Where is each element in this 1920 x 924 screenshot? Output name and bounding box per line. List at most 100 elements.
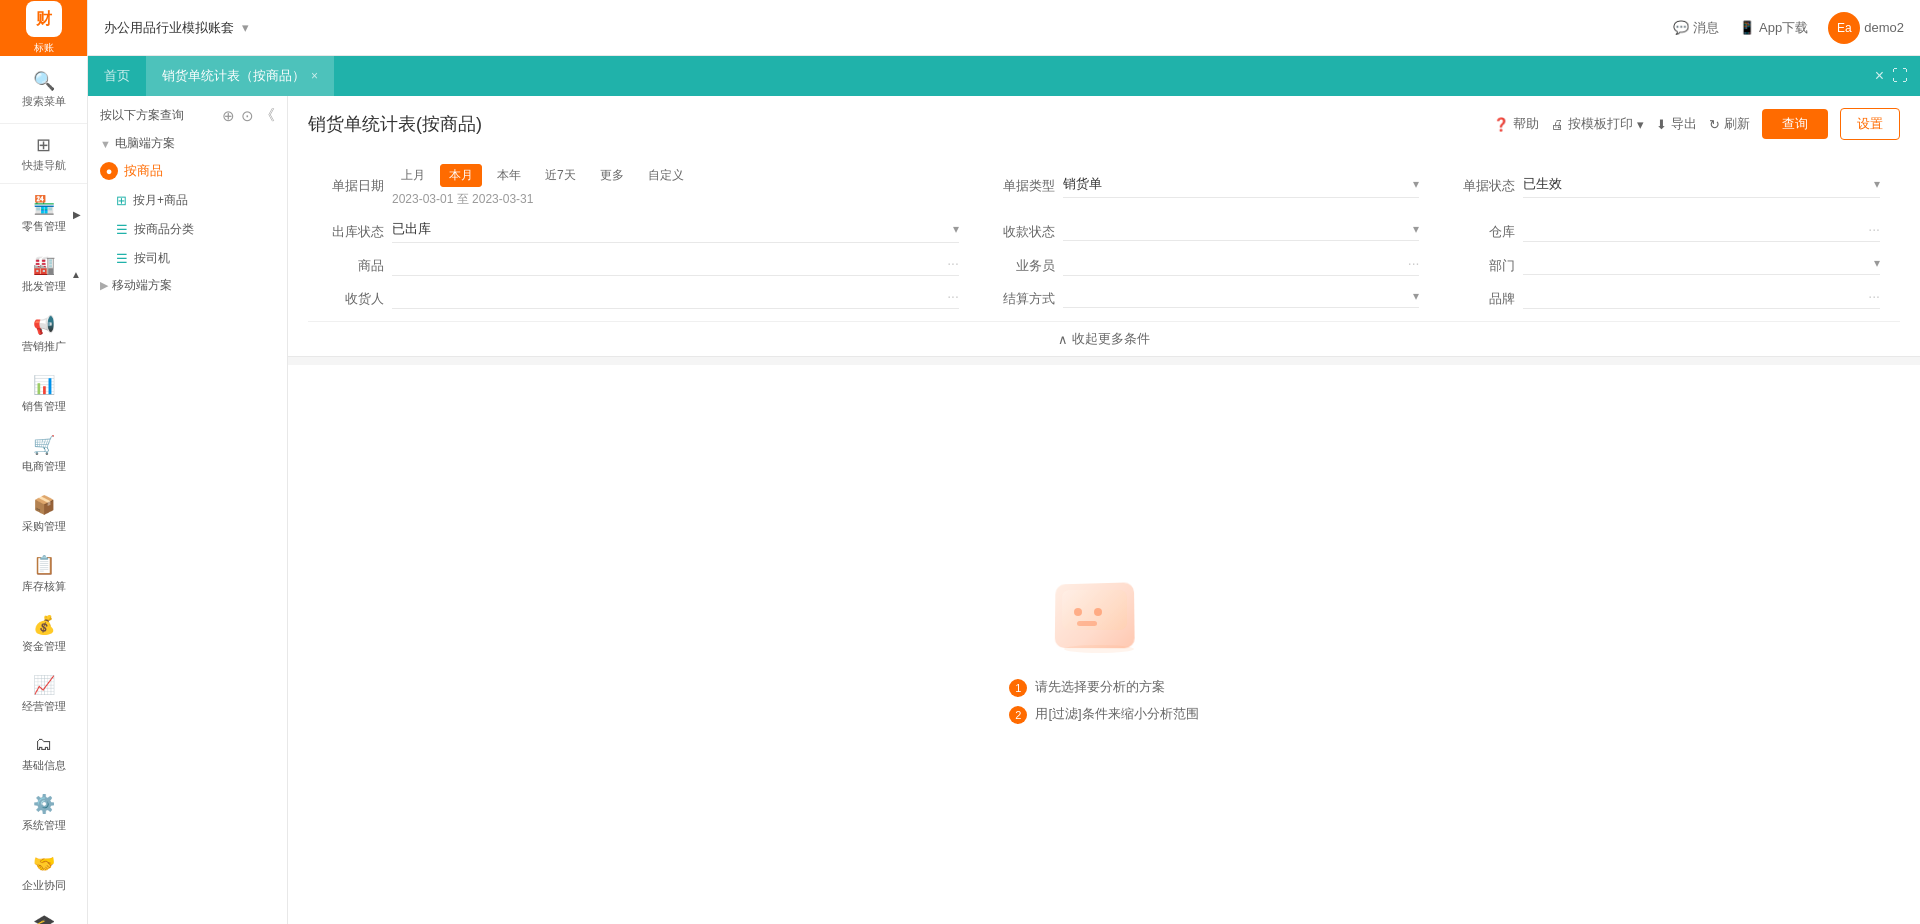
filter-row-3: 商品 ··· 业务员 ··· (328, 255, 1880, 276)
sidebar-item-inventory[interactable]: 📋 库存核算 (0, 544, 87, 604)
tree-mobile-label: 移动端方案 (112, 277, 172, 294)
quick-nav-button[interactable]: ⊞ 快捷导航 (22, 128, 66, 179)
message-icon: 💬 (1673, 20, 1689, 35)
doc-type-dropdown[interactable]: 销货单 ▾ (1063, 175, 1420, 198)
warehouse-status-dropdown[interactable]: 已出库 ▾ (392, 220, 959, 243)
brand-input[interactable] (1523, 289, 1864, 304)
warehouse-input[interactable] (1523, 222, 1864, 237)
goods-label: 商品 (328, 257, 384, 275)
finance-label: 资金管理 (22, 639, 66, 654)
receiver-label: 收货人 (328, 290, 384, 308)
mobile-icon: 📱 (1739, 20, 1755, 35)
message-button[interactable]: 💬 消息 (1673, 19, 1719, 37)
warehouse-more-icon[interactable]: ··· (1868, 221, 1880, 237)
print-button[interactable]: 🖨 按模板打印 ▾ (1551, 115, 1644, 133)
date-last-month[interactable]: 上月 (392, 164, 434, 187)
enterprise-label: 企业协同 (22, 878, 66, 893)
salesperson-input-wrap: ··· (1063, 255, 1420, 276)
refresh-button[interactable]: ↻ 刷新 (1709, 115, 1750, 133)
warehouse-input-wrap: ··· (1523, 221, 1880, 242)
tip-1-num: 1 (1009, 679, 1027, 697)
sidebar-item-tutorial[interactable]: 🎓 新手引导 (0, 903, 87, 924)
date-this-year[interactable]: 本年 (488, 164, 530, 187)
query-button[interactable]: 查询 (1762, 109, 1828, 139)
help-label: 帮助 (1513, 115, 1539, 133)
receiver-input[interactable] (392, 289, 943, 304)
search-icon: 🔍 (33, 70, 55, 92)
sidebar-item-ecommerce[interactable]: 🛒 电商管理 (0, 424, 87, 484)
retail-arrow-icon: ▶ (73, 209, 81, 220)
goods-category-icon: ☰ (116, 222, 128, 237)
goods-input[interactable] (392, 256, 943, 271)
tab-home[interactable]: 首页 (88, 56, 146, 96)
doc-status-label: 单据状态 (1459, 177, 1515, 195)
tab-fullscreen-icon[interactable]: ⛶ (1892, 67, 1908, 85)
tab-close-all-icon[interactable]: × (1875, 67, 1884, 85)
tree-item-goods-category[interactable]: ☰ 按商品分类 (88, 215, 287, 244)
doc-type-label: 单据类型 (999, 177, 1055, 195)
department-dropdown[interactable]: ▾ (1523, 256, 1880, 275)
export-icon: ⬇ (1656, 117, 1667, 132)
sidebar-item-wholesale[interactable]: 🏭 批发管理 ▲ (0, 244, 87, 304)
add-scheme-button[interactable]: ⊕ (222, 107, 235, 125)
date-7days[interactable]: 近7天 (536, 164, 585, 187)
operations-icon: 📈 (33, 674, 55, 696)
tree-section-label: 电脑端方案 (115, 135, 175, 152)
sidebar-item-operations[interactable]: 📈 经营管理 (0, 664, 87, 724)
basics-label: 基础信息 (22, 758, 66, 773)
app-download-button[interactable]: 📱 App下载 (1739, 19, 1808, 37)
tree-section-mobile[interactable]: ▶ 移动端方案 (88, 273, 287, 298)
content-area: 按以下方案查询 ⊕ ⊙ 《 ▼ 电脑端方案 ● 按商品 ⊞ 按月+商品 (88, 96, 1920, 924)
purchase-label: 采购管理 (22, 519, 66, 534)
tree-item-by-goods[interactable]: ● 按商品 (88, 156, 287, 186)
goods-input-wrap: ··· (392, 255, 959, 276)
date-custom[interactable]: 自定义 (639, 164, 693, 187)
date-more[interactable]: 更多 (591, 164, 633, 187)
help-button[interactable]: ❓ 帮助 (1493, 115, 1539, 133)
collapse-button[interactable]: ∧ 收起更多条件 (1058, 330, 1150, 348)
goods-more-icon[interactable]: ··· (947, 255, 959, 271)
app-download-label: App下载 (1759, 19, 1808, 37)
tab-close-icon[interactable]: × (311, 69, 318, 83)
tree-section-desktop[interactable]: ▼ 电脑端方案 (88, 131, 287, 156)
sidebar-item-basics[interactable]: 🗂 基础信息 (0, 724, 87, 783)
sidebar-item-marketing[interactable]: 📢 营销推广 (0, 304, 87, 364)
top-header: 办公用品行业模拟账套 ▾ 💬 消息 📱 App下载 Ea demo2 (88, 0, 1920, 56)
payment-status-dropdown[interactable]: ▾ (1063, 222, 1420, 241)
settings-button[interactable]: 设置 (1840, 108, 1900, 140)
by-goods-label: 按商品 (124, 162, 163, 180)
tab-bar-actions: × ⛶ (1875, 67, 1920, 85)
settlement-dropdown[interactable]: ▾ (1063, 289, 1420, 308)
user-menu[interactable]: Ea demo2 (1828, 12, 1904, 44)
filter-goods: 商品 ··· (328, 255, 959, 276)
collapse-row: ∧ 收起更多条件 (308, 321, 1900, 356)
doc-status-dropdown[interactable]: 已生效 ▾ (1523, 175, 1880, 198)
search-menu-button[interactable]: 🔍 帮助 搜索菜单 (22, 64, 66, 115)
sidebar-item-enterprise[interactable]: 🤝 企业协同 (0, 843, 87, 903)
date-this-month[interactable]: 本月 (440, 164, 482, 187)
print-icon: 🖨 (1551, 117, 1564, 132)
collapse-panel-button[interactable]: 《 (260, 106, 275, 125)
sidebar-item-purchase[interactable]: 📦 采购管理 (0, 484, 87, 544)
print-arrow-icon: ▾ (1637, 117, 1644, 132)
driver-icon: ☰ (116, 251, 128, 266)
tab-sales-stats[interactable]: 销货单统计表（按商品） × (146, 56, 334, 96)
refresh-icon: ↻ (1709, 117, 1720, 132)
tree-item-driver[interactable]: ☰ 按司机 (88, 244, 287, 273)
receiver-more-icon[interactable]: ··· (947, 288, 959, 304)
industry-dropdown-icon[interactable]: ▾ (242, 20, 249, 35)
edit-scheme-button[interactable]: ⊙ (241, 107, 254, 125)
sidebar-item-system[interactable]: ⚙️ 系统管理 (0, 783, 87, 843)
sidebar-logo[interactable]: 财 标账 (0, 0, 87, 56)
left-panel: 按以下方案查询 ⊕ ⊙ 《 ▼ 电脑端方案 ● 按商品 ⊞ 按月+商品 (88, 96, 288, 924)
export-button[interactable]: ⬇ 导出 (1656, 115, 1697, 133)
tree-item-month-goods[interactable]: ⊞ 按月+商品 (88, 186, 287, 215)
refresh-label: 刷新 (1724, 115, 1750, 133)
sidebar-item-sales[interactable]: 📊 销售管理 (0, 364, 87, 424)
sidebar-item-finance[interactable]: 💰 资金管理 (0, 604, 87, 664)
brand-more-icon[interactable]: ··· (1868, 288, 1880, 304)
sidebar-item-retail[interactable]: 🏪 零售管理 ▶ (0, 184, 87, 244)
filter-row-2: 出库状态 已出库 ▾ 收款状态 ▾ (328, 220, 1880, 243)
salesperson-input[interactable] (1063, 256, 1404, 271)
salesperson-more-icon[interactable]: ··· (1408, 255, 1420, 271)
